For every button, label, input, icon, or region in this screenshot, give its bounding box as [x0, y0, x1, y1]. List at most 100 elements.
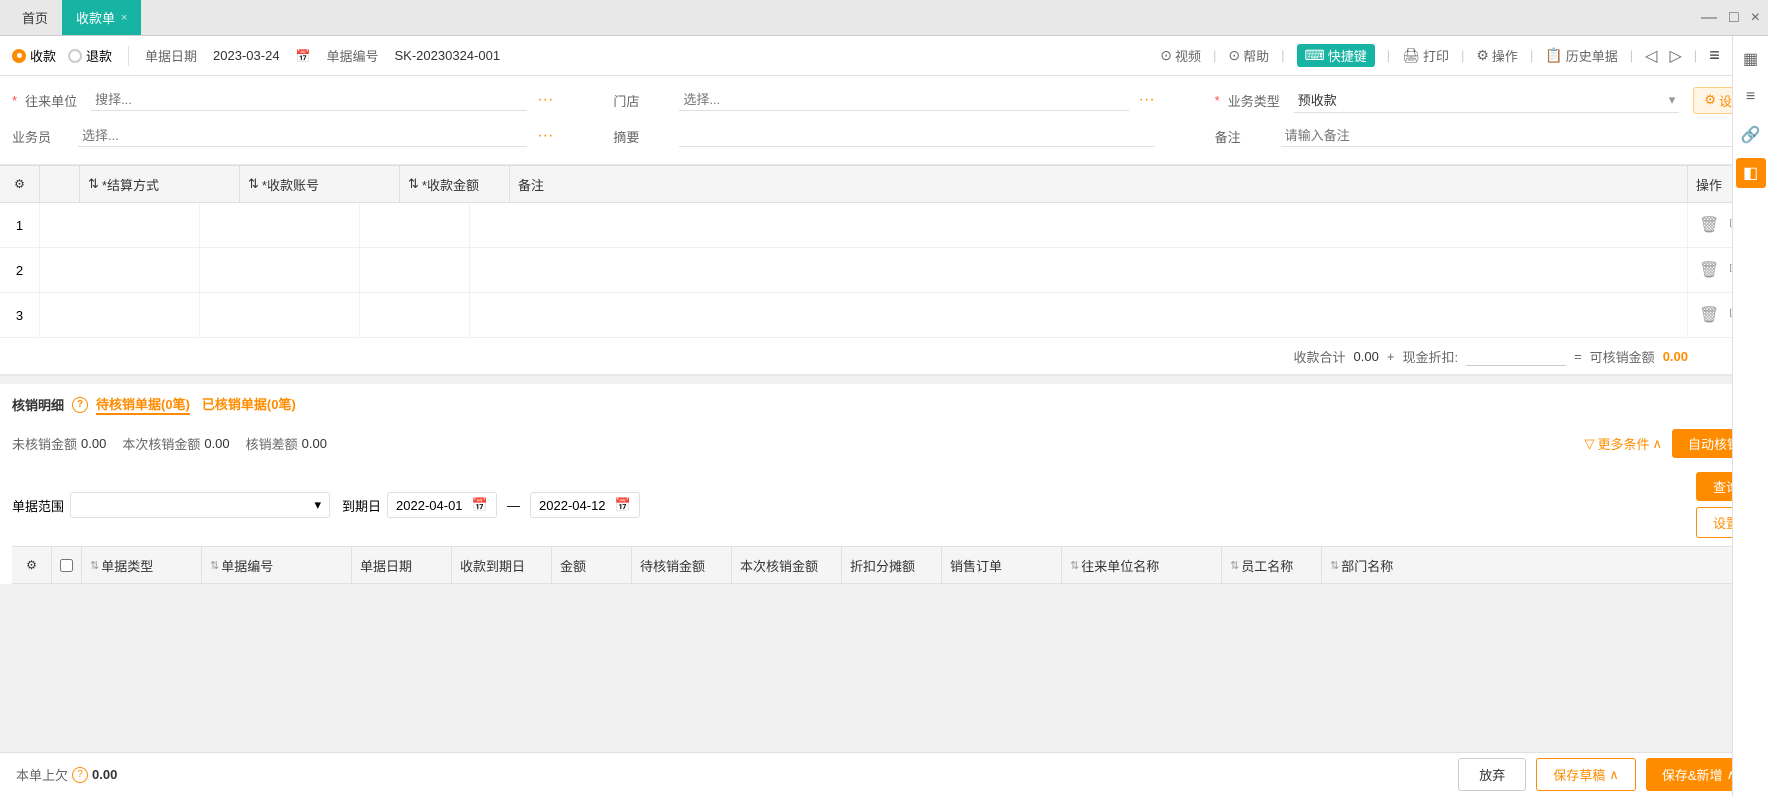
lth-staff-name-label: 员工名称 — [1241, 556, 1293, 575]
sidebar-icon-form[interactable]: ◧ — [1736, 158, 1766, 188]
list-view-icon[interactable]: ≡ — [1709, 45, 1720, 66]
lth-checkbox[interactable] — [52, 547, 82, 583]
lth-gear[interactable]: ⚙ — [12, 547, 52, 583]
th-settings[interactable]: ⚙ — [0, 166, 40, 202]
row3-account[interactable] — [200, 293, 360, 337]
minimize-button[interactable]: — — [1701, 9, 1717, 27]
biz-type-arrow-icon: ▾ — [1669, 92, 1676, 108]
radio-receipt-label: 收款 — [30, 46, 56, 65]
range-select[interactable]: ▾ — [70, 492, 330, 518]
nav-prev-icon[interactable]: ◁ — [1645, 46, 1657, 66]
biz-type-field: * 业务类型 预收款 ▾ ⚙ 设置 — [1215, 87, 1756, 114]
shortcut-btn[interactable]: ⌨ 快捷键 — [1297, 44, 1375, 67]
reconcile-tabs: 待核销单据(0笔) 已核销单据(0笔) — [96, 394, 296, 415]
nav-next-icon[interactable]: ▷ — [1669, 46, 1681, 66]
calendar-end-icon[interactable]: 📅 — [615, 497, 631, 513]
save-draft-btn[interactable]: 保存草稿 ∧ — [1536, 758, 1636, 791]
date-end-input[interactable]: 2022-04-12 📅 — [530, 492, 640, 518]
main-table: ⚙ ⇅ *结算方式 ⇅ *收款账号 ⇅ *收款金额 备注 操作 1 🗑 ⧉ — [0, 165, 1768, 338]
video-label: 视频 — [1175, 46, 1201, 65]
row2-amount[interactable] — [360, 248, 470, 292]
row2-remark[interactable] — [470, 248, 1688, 292]
row3-amount[interactable] — [360, 293, 470, 337]
abandon-btn[interactable]: 放弃 — [1458, 758, 1526, 791]
print-btn[interactable]: 🖨 打印 — [1402, 46, 1449, 65]
radio-receipt[interactable]: 收款 — [12, 46, 56, 65]
staff-input[interactable] — [78, 125, 527, 147]
store-input[interactable] — [679, 89, 1128, 111]
row2-account[interactable] — [200, 248, 360, 292]
th-jiesuan: ⇅ *结算方式 — [80, 166, 240, 202]
video-btn[interactable]: ⊙ 视频 — [1160, 46, 1201, 65]
biz-type-select[interactable]: 预收款 ▾ — [1294, 87, 1680, 113]
shortcut-icon: ⌨ — [1305, 47, 1325, 64]
discount-input[interactable] — [1466, 346, 1566, 366]
sidebar-icon-link[interactable]: 🔗 — [1736, 120, 1766, 150]
calendar-icon[interactable]: 📅 — [296, 49, 311, 63]
operation-btn[interactable]: ⚙ 操作 — [1476, 46, 1518, 65]
current-label: 本次核销金额 — [122, 434, 200, 453]
row1-remark[interactable] — [470, 203, 1688, 247]
partner-field: * 往来单位 ··· — [12, 89, 553, 111]
tab-current[interactable]: 收款单 × — [62, 0, 141, 35]
history-btn[interactable]: 📋 历史单据 — [1545, 46, 1617, 65]
tab-close-icon[interactable]: × — [121, 12, 127, 24]
tab-pending[interactable]: 待核销单据(0笔) — [96, 394, 190, 415]
lth-partner-name: ⇅ 往来单位名称 — [1062, 547, 1222, 583]
history-icon: 📋 — [1545, 47, 1562, 64]
row2-delete-icon[interactable]: 🗑 — [1699, 260, 1719, 280]
form-row-2: 业务员 ··· 摘要 备注 — [12, 120, 1756, 152]
range-arrow-icon: ▾ — [314, 497, 321, 513]
summary-label: 摘要 — [613, 127, 673, 146]
partner-more-btn[interactable]: ··· — [537, 91, 553, 109]
tab-home[interactable]: 首页 — [8, 0, 62, 35]
select-all-checkbox[interactable] — [60, 559, 73, 572]
lth-bill-date: 单据日期 — [352, 547, 452, 583]
staff-more-btn[interactable]: ··· — [537, 127, 553, 145]
date-start-input[interactable]: 2022-04-01 📅 — [387, 492, 497, 518]
th-account-label: *收款账号 — [262, 175, 319, 194]
calendar-start-icon[interactable]: 📅 — [472, 497, 488, 513]
help-label: 帮助 — [1243, 46, 1269, 65]
table-header: ⚙ ⇅ *结算方式 ⇅ *收款账号 ⇅ *收款金额 备注 操作 — [0, 165, 1768, 203]
sidebar-icon-list[interactable]: ≡ — [1736, 82, 1766, 112]
row3-remark[interactable] — [470, 293, 1688, 337]
row1-jiesuan[interactable] — [40, 203, 200, 247]
form-row-1: * 往来单位 ··· 门店 ··· * 业务类型 预收款 ▾ ⚙ 设置 — [12, 84, 1756, 116]
radio-refund[interactable]: 退款 — [68, 46, 112, 65]
row1-delete-icon[interactable]: 🗑 — [1699, 215, 1719, 235]
lth-dept-name-label: 部门名称 — [1341, 556, 1393, 575]
video-icon: ⊙ — [1160, 47, 1172, 64]
sidebar-icon-table[interactable]: ▦ — [1736, 44, 1766, 74]
help-btn[interactable]: ⊙ 帮助 — [1228, 46, 1269, 65]
sort-icon: ⇅ — [90, 559, 99, 572]
lth-discount: 折扣分摊额 — [842, 547, 942, 583]
partner-input[interactable] — [91, 89, 527, 111]
toolbar-divider-1 — [128, 46, 129, 66]
bottom-info-value: 0.00 — [92, 767, 117, 782]
row2-jiesuan[interactable] — [40, 248, 200, 292]
range-label: 单据范围 — [12, 496, 64, 515]
plus-sign: + — [1387, 349, 1395, 364]
row3-jiesuan[interactable] — [40, 293, 200, 337]
summary-input[interactable] — [679, 125, 1154, 147]
reconcile-info-icon[interactable]: ? — [72, 397, 88, 413]
tab-done[interactable]: 已核销单据(0笔) — [202, 394, 296, 415]
bottom-info-icon[interactable]: ? — [72, 767, 88, 783]
store-field: 门店 ··· — [613, 89, 1154, 111]
th-jiesuan-label: *结算方式 — [102, 175, 159, 194]
maximize-button[interactable]: □ — [1729, 9, 1739, 27]
operation-label: 操作 — [1492, 46, 1518, 65]
current-item: 本次核销金额 0.00 — [122, 434, 229, 453]
toolbar-right: ⊙ 视频 | ⊙ 帮助 | ⌨ 快捷键 | 🖨 打印 | ⚙ 操作 | 📋 历史… — [1160, 44, 1756, 67]
close-button[interactable]: × — [1751, 9, 1760, 27]
equals-sign: = — [1574, 349, 1582, 364]
remark-input[interactable] — [1281, 125, 1756, 147]
row1-amount[interactable] — [360, 203, 470, 247]
th-num — [40, 166, 80, 202]
more-filter-btn[interactable]: ▽ 更多条件 ∧ — [1584, 434, 1662, 453]
row1-account[interactable] — [200, 203, 360, 247]
store-more-btn[interactable]: ··· — [1139, 91, 1155, 109]
row3-delete-icon[interactable]: 🗑 — [1699, 305, 1719, 325]
subtotal-label: 收款合计 — [1294, 347, 1346, 366]
